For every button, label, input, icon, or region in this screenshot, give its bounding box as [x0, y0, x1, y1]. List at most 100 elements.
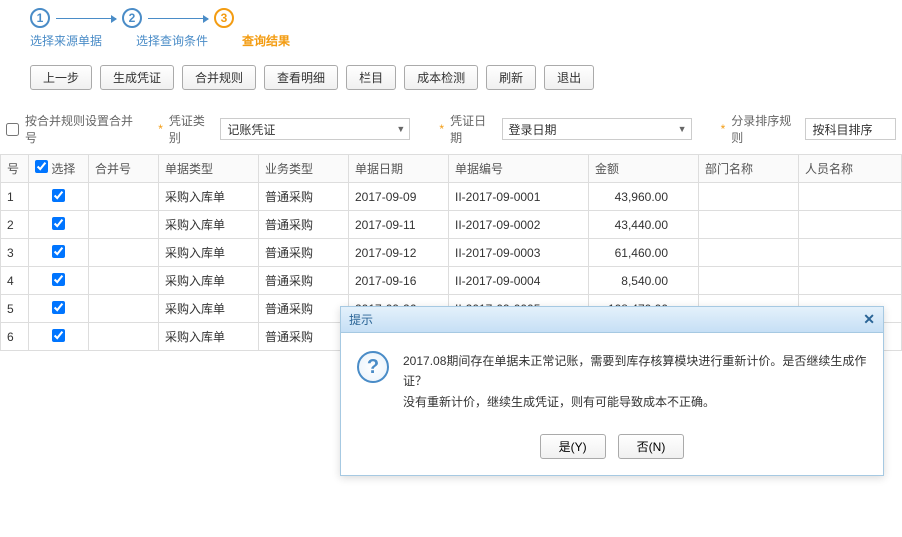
- confirm-dialog: 提示 ✕ ? 2017.08期间存在单据未正常记账，需要到库存核算模块进行重新计…: [340, 306, 884, 476]
- table-row[interactable]: 2 采购入库单普通采购2017-09-11II-2017-09-000243,44…: [1, 211, 902, 239]
- cell-dept: [699, 267, 799, 295]
- voucher-date-dropdown[interactable]: 登录日期 ▼: [502, 118, 692, 140]
- prev-button[interactable]: 上一步: [30, 65, 92, 90]
- generate-voucher-button[interactable]: 生成凭证: [100, 65, 174, 90]
- row-checkbox[interactable]: [52, 301, 65, 314]
- required-star: *: [439, 122, 444, 136]
- step-3-label: 查询结果: [242, 32, 290, 49]
- close-icon[interactable]: ✕: [863, 311, 875, 328]
- row-checkbox[interactable]: [52, 245, 65, 258]
- dialog-line-2: 没有重新计价，继续生成凭证，则有可能导致成本不正确。: [403, 392, 867, 412]
- cell-amount: 43,960.00: [589, 183, 699, 211]
- col-date: 单据日期: [349, 155, 449, 183]
- cell-biztype: 普通采购: [259, 239, 349, 267]
- column-button[interactable]: 栏目: [346, 65, 396, 90]
- row-checkbox[interactable]: [52, 273, 65, 286]
- step-2-label: 选择查询条件: [136, 32, 208, 49]
- exit-button[interactable]: 退出: [544, 65, 594, 90]
- merge-rule-checkbox[interactable]: [6, 123, 19, 136]
- table-row[interactable]: 3采购入库单普通采购2017-09-12II-2017-09-000361,46…: [1, 239, 902, 267]
- cell-date: 2017-09-11: [349, 211, 449, 239]
- cell-doctype: 采购入库单: [159, 239, 259, 267]
- step-1-circle: 1: [30, 8, 50, 28]
- row-checkbox[interactable]: [52, 329, 65, 342]
- refresh-button[interactable]: 刷新: [486, 65, 536, 90]
- cell-dept: [699, 239, 799, 267]
- cell-person: [799, 211, 902, 239]
- cost-check-button[interactable]: 成本检测: [404, 65, 478, 90]
- cell-doctype: 采购入库单: [159, 211, 259, 239]
- cell-index: 2: [1, 211, 29, 239]
- cell-biztype: 普通采购: [259, 295, 349, 323]
- step-3-circle: 3: [214, 8, 234, 28]
- view-detail-button[interactable]: 查看明细: [264, 65, 338, 90]
- select-all-checkbox[interactable]: [35, 160, 48, 173]
- cell-amount: 8,540.00: [589, 267, 699, 295]
- required-star: *: [158, 122, 163, 136]
- cell-index: 1: [1, 183, 29, 211]
- cell-select: [29, 183, 89, 211]
- cell-docno: II-2017-09-0002: [449, 211, 589, 239]
- table-row[interactable]: 4采购入库单普通采购2017-09-16II-2017-09-00048,540…: [1, 267, 902, 295]
- cell-docno: II-2017-09-0004: [449, 267, 589, 295]
- yes-button[interactable]: 是(Y): [540, 434, 606, 459]
- cell-date: 2017-09-09: [349, 183, 449, 211]
- chevron-down-icon: ▼: [396, 124, 405, 134]
- cell-merge: [89, 295, 159, 323]
- chevron-down-icon: ▼: [678, 124, 687, 134]
- step-arrow-1: [56, 18, 116, 19]
- voucher-date-label: 凭证日期: [450, 112, 495, 146]
- cell-biztype: 普通采购: [259, 183, 349, 211]
- cell-date: 2017-09-16: [349, 267, 449, 295]
- cell-index: 4: [1, 267, 29, 295]
- col-amount: 金额: [589, 155, 699, 183]
- cell-merge: [89, 183, 159, 211]
- cell-doctype: 采购入库单: [159, 183, 259, 211]
- cell-doctype: 采购入库单: [159, 295, 259, 323]
- cell-index: 6: [1, 323, 29, 351]
- col-biztype: 业务类型: [259, 155, 349, 183]
- dialog-line-1: 2017.08期间存在单据未正常记账，需要到库存核算模块进行重新计价。是否继续生…: [403, 351, 867, 392]
- voucher-date-value: 登录日期: [509, 121, 557, 138]
- table-row[interactable]: 1采购入库单普通采购2017-09-09II-2017-09-000143,96…: [1, 183, 902, 211]
- cell-dept: [699, 183, 799, 211]
- merge-rule-button[interactable]: 合并规则: [182, 65, 256, 90]
- cell-dept: [699, 211, 799, 239]
- cell-person: [799, 267, 902, 295]
- row-checkbox[interactable]: [52, 189, 65, 202]
- cell-select: [29, 323, 89, 351]
- cell-doctype: 采购入库单: [159, 267, 259, 295]
- dialog-title: 提示: [349, 311, 373, 328]
- voucher-type-value: 记账凭证: [227, 121, 275, 138]
- cell-merge: [89, 211, 159, 239]
- cell-select: [29, 295, 89, 323]
- col-doctype: 单据类型: [159, 155, 259, 183]
- cell-person: [799, 239, 902, 267]
- required-star: *: [721, 122, 726, 136]
- cell-biztype: 普通采购: [259, 211, 349, 239]
- step-2-circle: 2: [122, 8, 142, 28]
- sort-rule-label: 分录排序规则: [731, 112, 799, 146]
- step-arrow-2: [148, 18, 208, 19]
- cell-docno: II-2017-09-0003: [449, 239, 589, 267]
- question-icon: ?: [357, 351, 389, 383]
- col-docno: 单据编号: [449, 155, 589, 183]
- sort-rule-value: 按科目排序: [812, 121, 872, 138]
- cell-merge: [89, 239, 159, 267]
- cell-select: [29, 267, 89, 295]
- cell-date: 2017-09-12: [349, 239, 449, 267]
- cell-select: [29, 239, 89, 267]
- no-button[interactable]: 否(N): [618, 434, 685, 459]
- step-1-label: 选择来源单据: [30, 32, 102, 49]
- cell-amount: 43,440.00: [589, 211, 699, 239]
- col-select: 选择: [29, 155, 89, 183]
- cell-select: [29, 211, 89, 239]
- col-person: 人员名称: [799, 155, 902, 183]
- voucher-type-label: 凭证类别: [169, 112, 214, 146]
- cell-person: [799, 183, 902, 211]
- cell-doctype: 采购入库单: [159, 323, 259, 351]
- col-merge: 合并号: [89, 155, 159, 183]
- voucher-type-dropdown[interactable]: 记账凭证 ▼: [220, 118, 410, 140]
- sort-rule-dropdown[interactable]: 按科目排序: [805, 118, 896, 140]
- row-checkbox[interactable]: [52, 217, 65, 230]
